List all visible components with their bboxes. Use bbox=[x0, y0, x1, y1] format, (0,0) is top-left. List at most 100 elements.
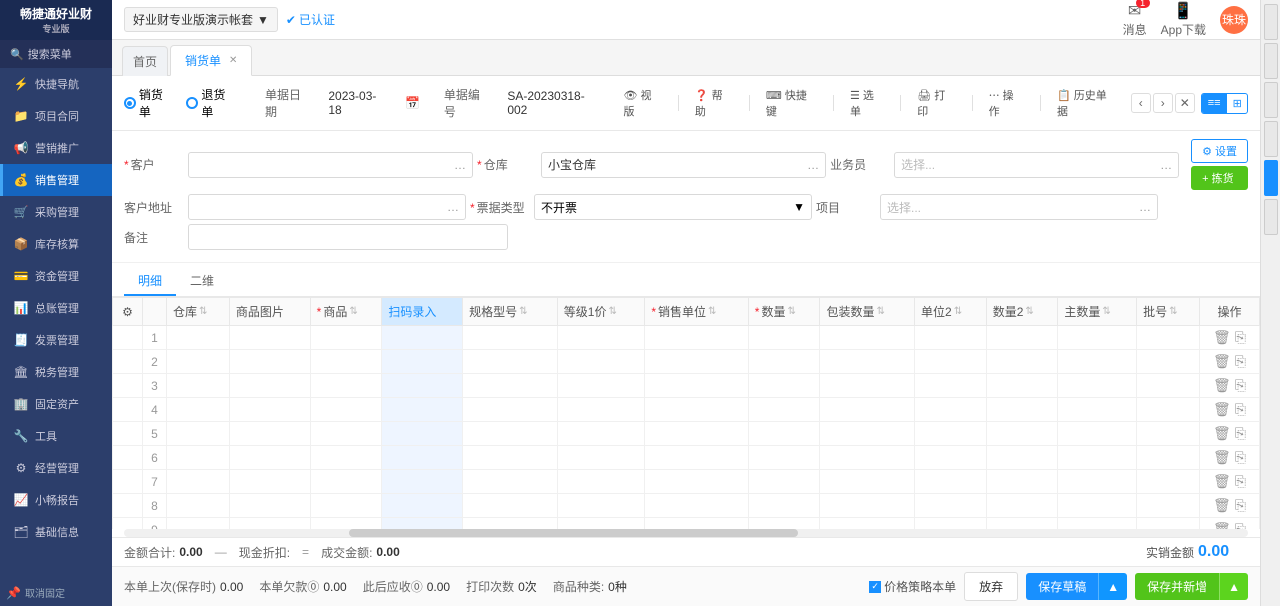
row-barcode-4[interactable] bbox=[382, 398, 463, 422]
btn-history[interactable]: 📋 历史单据 bbox=[1049, 84, 1125, 122]
row-product-5[interactable] bbox=[310, 422, 382, 446]
tab-home[interactable]: 首页 bbox=[122, 46, 168, 76]
row-spec-8[interactable] bbox=[463, 494, 558, 518]
row-price1-4[interactable] bbox=[557, 398, 645, 422]
sidebar-item-purchase[interactable]: 🛒 采购管理 bbox=[0, 196, 112, 228]
save-draft-arrow-btn[interactable]: ▲ bbox=[1098, 573, 1127, 600]
col-sales-unit[interactable]: *销售单位⇅ bbox=[645, 298, 748, 326]
row-image-6[interactable] bbox=[229, 446, 310, 470]
col-price1[interactable]: 等级1价⇅ bbox=[557, 298, 645, 326]
sort-sales-unit[interactable]: ⇅ bbox=[708, 306, 716, 317]
sidebar-item-base[interactable]: 🗂 基础信息 bbox=[0, 516, 112, 548]
row-image-5[interactable] bbox=[229, 422, 310, 446]
row-main-qty-7[interactable] bbox=[1058, 470, 1137, 494]
row-unit2-8[interactable] bbox=[915, 494, 987, 518]
row-quantity-7[interactable] bbox=[748, 470, 820, 494]
company-selector[interactable]: 好业财专业版演示帐套 ▼ bbox=[124, 7, 278, 32]
sort-qty2[interactable]: ⇅ bbox=[1025, 306, 1033, 317]
col-quantity[interactable]: *数量⇅ bbox=[748, 298, 820, 326]
row-product-3[interactable] bbox=[310, 374, 382, 398]
app-download-btn[interactable]: 📱 App下载 bbox=[1161, 1, 1206, 38]
row-price1-1[interactable] bbox=[557, 326, 645, 350]
close-form-btn[interactable]: ✕ bbox=[1175, 93, 1195, 113]
row-batch-5[interactable] bbox=[1137, 422, 1200, 446]
sidebar-item-operations[interactable]: ⚙ 经营管理 bbox=[0, 452, 112, 484]
row-qty2-8[interactable] bbox=[986, 494, 1058, 518]
row-unit2-6[interactable] bbox=[915, 446, 987, 470]
btn-settings[interactable]: ⚙ 设置 bbox=[1191, 139, 1248, 163]
row-barcode-2[interactable] bbox=[382, 350, 463, 374]
sidebar-item-sales[interactable]: 💰 销售管理 bbox=[0, 164, 112, 196]
row-pack-qty-2[interactable] bbox=[820, 350, 915, 374]
sort-batch[interactable]: ⇅ bbox=[1169, 306, 1177, 317]
row-warehouse-9[interactable] bbox=[167, 518, 230, 530]
row-warehouse-3[interactable] bbox=[167, 374, 230, 398]
row-pack-qty-7[interactable] bbox=[820, 470, 915, 494]
row-spec-7[interactable] bbox=[463, 470, 558, 494]
row-copy-btn-1[interactable]: ⎘ bbox=[1235, 329, 1246, 346]
sidebar-item-finance[interactable]: 💳 资金管理 bbox=[0, 260, 112, 292]
remark-input[interactable] bbox=[188, 224, 508, 250]
row-warehouse-4[interactable] bbox=[167, 398, 230, 422]
row-warehouse-8[interactable] bbox=[167, 494, 230, 518]
project-dots-btn[interactable]: … bbox=[1139, 200, 1151, 214]
row-qty2-1[interactable] bbox=[986, 326, 1058, 350]
row-pack-qty-1[interactable] bbox=[820, 326, 915, 350]
calendar-icon[interactable]: 📅 bbox=[405, 96, 420, 110]
user-avatar[interactable]: 珠珠 bbox=[1220, 6, 1248, 34]
row-delete-btn-2[interactable]: 🗑 bbox=[1213, 353, 1231, 370]
detail-tab-detail[interactable]: 明细 bbox=[124, 267, 176, 296]
row-sales-unit-1[interactable] bbox=[645, 326, 748, 350]
btn-select[interactable]: ☰ 选单 bbox=[842, 84, 892, 122]
right-panel-btn-2[interactable] bbox=[1264, 43, 1278, 79]
scroll-thumb[interactable] bbox=[349, 529, 799, 537]
row-batch-6[interactable] bbox=[1137, 446, 1200, 470]
row-spec-5[interactable] bbox=[463, 422, 558, 446]
row-unit2-5[interactable] bbox=[915, 422, 987, 446]
btn-operate[interactable]: ⋯ 操作 bbox=[981, 84, 1032, 122]
warehouse-input[interactable]: 小宝仓库 … bbox=[541, 152, 826, 178]
row-spec-6[interactable] bbox=[463, 446, 558, 470]
row-price1-6[interactable] bbox=[557, 446, 645, 470]
row-warehouse-5[interactable] bbox=[167, 422, 230, 446]
row-main-qty-6[interactable] bbox=[1058, 446, 1137, 470]
next-record-btn[interactable]: › bbox=[1153, 93, 1173, 113]
row-copy-btn-3[interactable]: ⎘ bbox=[1235, 377, 1246, 394]
row-warehouse-1[interactable] bbox=[167, 326, 230, 350]
row-quantity-5[interactable] bbox=[748, 422, 820, 446]
row-main-qty-9[interactable] bbox=[1058, 518, 1137, 530]
row-image-8[interactable] bbox=[229, 494, 310, 518]
row-sales-unit-2[interactable] bbox=[645, 350, 748, 374]
row-price1-5[interactable] bbox=[557, 422, 645, 446]
price-policy-checkbox[interactable]: 价格策略本单 bbox=[869, 578, 956, 595]
col-unit2[interactable]: 单位2⇅ bbox=[915, 298, 987, 326]
row-pack-qty-3[interactable] bbox=[820, 374, 915, 398]
row-batch-1[interactable] bbox=[1137, 326, 1200, 350]
row-sales-unit-6[interactable] bbox=[645, 446, 748, 470]
row-unit2-2[interactable] bbox=[915, 350, 987, 374]
radio-sales-order[interactable]: 销货单 bbox=[124, 86, 174, 120]
row-spec-1[interactable] bbox=[463, 326, 558, 350]
row-sales-unit-8[interactable] bbox=[645, 494, 748, 518]
row-sales-unit-3[interactable] bbox=[645, 374, 748, 398]
discard-button[interactable]: 放弃 bbox=[964, 572, 1018, 601]
row-batch-3[interactable] bbox=[1137, 374, 1200, 398]
sidebar-item-cancel-pin[interactable]: 📌 取消固定 bbox=[0, 579, 112, 606]
right-panel-btn-4[interactable] bbox=[1264, 121, 1278, 157]
row-barcode-5[interactable] bbox=[382, 422, 463, 446]
prev-record-btn[interactable]: ‹ bbox=[1131, 93, 1151, 113]
row-main-qty-2[interactable] bbox=[1058, 350, 1137, 374]
row-product-9[interactable] bbox=[310, 518, 382, 530]
col-warehouse[interactable]: 仓库⇅ bbox=[167, 298, 230, 326]
row-image-4[interactable] bbox=[229, 398, 310, 422]
row-copy-btn-2[interactable]: ⎘ bbox=[1235, 353, 1246, 370]
row-warehouse-7[interactable] bbox=[167, 470, 230, 494]
col-barcode[interactable]: 扫码录入 bbox=[382, 298, 463, 326]
radio-return-order[interactable]: 退货单 bbox=[186, 86, 236, 120]
row-main-qty-8[interactable] bbox=[1058, 494, 1137, 518]
row-qty2-2[interactable] bbox=[986, 350, 1058, 374]
row-price1-2[interactable] bbox=[557, 350, 645, 374]
customer-address-input[interactable]: … bbox=[188, 194, 466, 220]
row-unit2-1[interactable] bbox=[915, 326, 987, 350]
customer-dots-btn[interactable]: … bbox=[454, 158, 466, 172]
